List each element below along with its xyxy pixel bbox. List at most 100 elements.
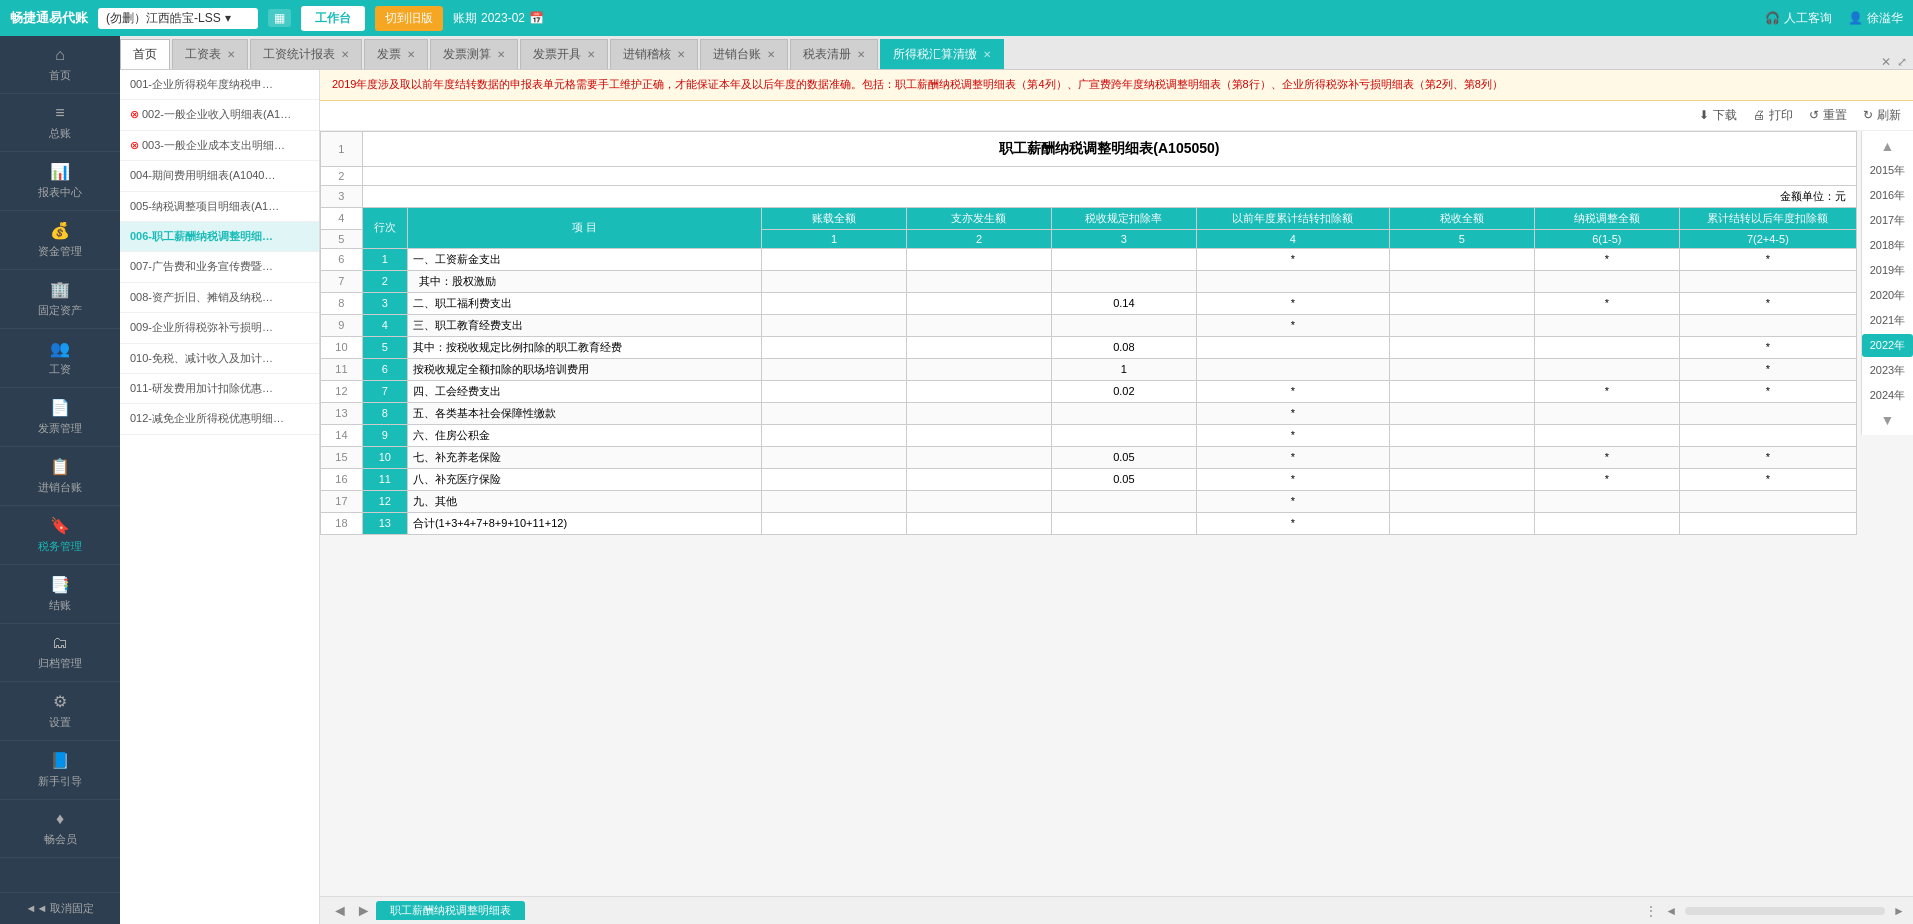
tax-icon: 🔖 bbox=[50, 516, 70, 535]
spreadsheet-area: 2019年度涉及取以前年度结转数据的申报表单元格需要手工维护正确，才能保证本年及… bbox=[320, 70, 1913, 924]
tab-purchase-ledger[interactable]: 进销台账 ✕ bbox=[700, 39, 788, 69]
table-title: 职工薪酬纳税调整明细表(A105050) bbox=[362, 131, 1856, 166]
year-2021[interactable]: 2021年 bbox=[1862, 309, 1913, 332]
user-item[interactable]: 👤 徐溢华 bbox=[1848, 10, 1903, 27]
close-icon[interactable]: ✕ bbox=[677, 49, 685, 60]
tab-invoice-calc[interactable]: 发票测算 ✕ bbox=[430, 39, 518, 69]
headset-icon: 🎧 bbox=[1765, 11, 1780, 25]
close-icon[interactable]: ✕ bbox=[227, 49, 235, 60]
sheet-right-btn[interactable]: ► bbox=[352, 902, 376, 920]
sidebar-cancel-pin[interactable]: ◄◄ 取消固定 bbox=[0, 892, 120, 924]
sidebar-item-label: 畅会员 bbox=[44, 832, 77, 847]
tab-income-tax[interactable]: 所得税汇算清缴 ✕ bbox=[880, 39, 1004, 69]
sidebar-item-reports[interactable]: 📊 报表中心 bbox=[0, 152, 120, 211]
tab-paystat[interactable]: 工资统计报表 ✕ bbox=[250, 39, 362, 69]
year-nav: ▲ 2015年 2016年 2017年 2018年 2019年 2020年 20… bbox=[1861, 131, 1913, 435]
year-2024[interactable]: 2024年 bbox=[1862, 384, 1913, 407]
list-item-008[interactable]: 008-资产折旧、摊销及纳税… bbox=[120, 283, 319, 313]
year-nav-up[interactable]: ▲ bbox=[1878, 135, 1898, 157]
download-button[interactable]: ⬇ 下载 bbox=[1699, 107, 1737, 124]
table-row: 17 12 九、其他 * bbox=[321, 490, 1857, 512]
company-selector[interactable]: (勿删）江西皓宝-LSS ▾ bbox=[98, 8, 258, 29]
list-item-011[interactable]: 011-研发费用加计扣除优惠… bbox=[120, 374, 319, 404]
purchasesales-icon: 📋 bbox=[50, 457, 70, 476]
year-nav-down[interactable]: ▼ bbox=[1878, 409, 1898, 431]
sidebar-item-label: 资金管理 bbox=[38, 244, 82, 259]
sidebar-item-payroll[interactable]: 👥 工资 bbox=[0, 329, 120, 388]
tab-expand-icon[interactable]: ⤢ bbox=[1897, 55, 1907, 69]
close-icon[interactable]: ✕ bbox=[857, 49, 865, 60]
sidebar-item-assets[interactable]: 🏢 固定资产 bbox=[0, 270, 120, 329]
year-2017[interactable]: 2017年 bbox=[1862, 209, 1913, 232]
sidebar-item-member[interactable]: ♦ 畅会员 bbox=[0, 800, 120, 858]
sidebar-item-tax[interactable]: 🔖 税务管理 bbox=[0, 506, 120, 565]
print-icon: 🖨 bbox=[1753, 108, 1765, 122]
tab-tax-book[interactable]: 税表清册 ✕ bbox=[790, 39, 878, 69]
work-bench-button[interactable]: 工作台 bbox=[301, 6, 365, 31]
reset-icon: ↺ bbox=[1809, 108, 1819, 122]
list-item-009[interactable]: 009-企业所得税弥补亏损明… bbox=[120, 313, 319, 343]
sidebar-item-settings[interactable]: ⚙ 设置 bbox=[0, 682, 120, 741]
year-2023[interactable]: 2023年 bbox=[1862, 359, 1913, 382]
spreadsheet-wrapper[interactable]: 1 职工薪酬纳税调整明细表(A105050) 2 3 金额单位：元 bbox=[320, 131, 1913, 896]
col-header-2: 支亦发生额 bbox=[907, 207, 1052, 229]
close-icon[interactable]: ✕ bbox=[497, 49, 505, 60]
sidebar-item-archive[interactable]: 🗂 归档管理 bbox=[0, 624, 120, 682]
scroll-right-icon[interactable]: ► bbox=[1893, 904, 1905, 918]
year-2020[interactable]: 2020年 bbox=[1862, 284, 1913, 307]
sidebar-item-invoice[interactable]: 📄 发票管理 bbox=[0, 388, 120, 447]
old-version-button[interactable]: 切到旧版 bbox=[375, 6, 443, 31]
calendar-icon[interactable]: 📅 bbox=[529, 11, 544, 25]
scroll-left-icon[interactable]: ◄ bbox=[1665, 904, 1677, 918]
table-row: 10 5 其中：按税收规定比例扣除的职工教育经费 0.08 * bbox=[321, 336, 1857, 358]
year-2019[interactable]: 2019年 bbox=[1862, 259, 1913, 282]
list-item-010[interactable]: 010-免税、减计收入及加计… bbox=[120, 344, 319, 374]
close-icon[interactable]: ✕ bbox=[983, 49, 991, 60]
scroll-bar[interactable] bbox=[1685, 907, 1885, 915]
year-2022[interactable]: 2022年 bbox=[1862, 334, 1913, 357]
list-item-005[interactable]: 005-纳税调整项目明细表(A1… bbox=[120, 192, 319, 222]
close-icon[interactable]: ✕ bbox=[587, 49, 595, 60]
tab-purchase-verify[interactable]: 进销稽核 ✕ bbox=[610, 39, 698, 69]
col-header-3: 税收规定扣除率 bbox=[1051, 207, 1196, 229]
list-item-012[interactable]: 012-减免企业所得税优惠明细… bbox=[120, 404, 319, 434]
list-item-001[interactable]: 001-企业所得税年度纳税申… bbox=[120, 70, 319, 100]
tab-fapiao[interactable]: 发票 ✕ bbox=[364, 39, 428, 69]
close-icon[interactable]: ✕ bbox=[341, 49, 349, 60]
list-item-004[interactable]: 004-期间费用明细表(A1040… bbox=[120, 161, 319, 191]
calendar-icon-btn[interactable]: ▦ bbox=[268, 9, 291, 27]
close-icon[interactable]: ✕ bbox=[407, 49, 415, 60]
print-button[interactable]: 🖨 打印 bbox=[1753, 107, 1793, 124]
list-item-002[interactable]: ⊗002-一般企业收入明细表(A1… bbox=[120, 100, 319, 130]
sidebar-item-guide[interactable]: 📘 新手引导 bbox=[0, 741, 120, 800]
support-item[interactable]: 🎧 人工客询 bbox=[1765, 10, 1832, 27]
sidebar-item-capital[interactable]: 💰 资金管理 bbox=[0, 211, 120, 270]
sidebar-item-close[interactable]: 📑 结账 bbox=[0, 565, 120, 624]
unit-label: 金额单位：元 bbox=[362, 185, 1856, 207]
table-row: 15 10 七、补充养老保险 0.05 * * * bbox=[321, 446, 1857, 468]
list-item-007[interactable]: 007-广告费和业务宣传费暨… bbox=[120, 252, 319, 282]
reset-button[interactable]: ↺ 重置 bbox=[1809, 107, 1847, 124]
year-2015[interactable]: 2015年 bbox=[1862, 159, 1913, 182]
sidebar-item-label: 工资 bbox=[49, 362, 71, 377]
sidebar: ⌂ 首页 ≡ 总账 📊 报表中心 💰 资金管理 🏢 固定资产 👥 工资 📄 发票… bbox=[0, 36, 120, 924]
year-2016[interactable]: 2016年 bbox=[1862, 184, 1913, 207]
tab-close-all-icon[interactable]: ✕ bbox=[1881, 55, 1891, 69]
tab-home[interactable]: 首页 bbox=[120, 39, 170, 69]
list-item-006[interactable]: 006-职工薪酬纳税调整明细… bbox=[120, 222, 319, 252]
more-icon[interactable]: ⋮ bbox=[1645, 904, 1657, 918]
refresh-icon: ↻ bbox=[1863, 108, 1873, 122]
tab-invoice-issue[interactable]: 发票开具 ✕ bbox=[520, 39, 608, 69]
sidebar-item-ledger[interactable]: ≡ 总账 bbox=[0, 94, 120, 152]
app-logo: 畅捷通易代账 bbox=[10, 9, 88, 27]
sheet-tab[interactable]: 职工薪酬纳税调整明细表 bbox=[376, 901, 525, 920]
tab-payslip[interactable]: 工资表 ✕ bbox=[172, 39, 248, 69]
list-item-003[interactable]: ⊗003-一般企业成本支出明细… bbox=[120, 131, 319, 161]
year-2018[interactable]: 2018年 bbox=[1862, 234, 1913, 257]
sidebar-item-home[interactable]: ⌂ 首页 bbox=[0, 36, 120, 94]
sidebar-item-label: 设置 bbox=[49, 715, 71, 730]
sheet-left-btn[interactable]: ◄ bbox=[328, 902, 352, 920]
refresh-button[interactable]: ↻ 刷新 bbox=[1863, 107, 1901, 124]
sidebar-item-purchasesales[interactable]: 📋 进销台账 bbox=[0, 447, 120, 506]
close-icon[interactable]: ✕ bbox=[767, 49, 775, 60]
